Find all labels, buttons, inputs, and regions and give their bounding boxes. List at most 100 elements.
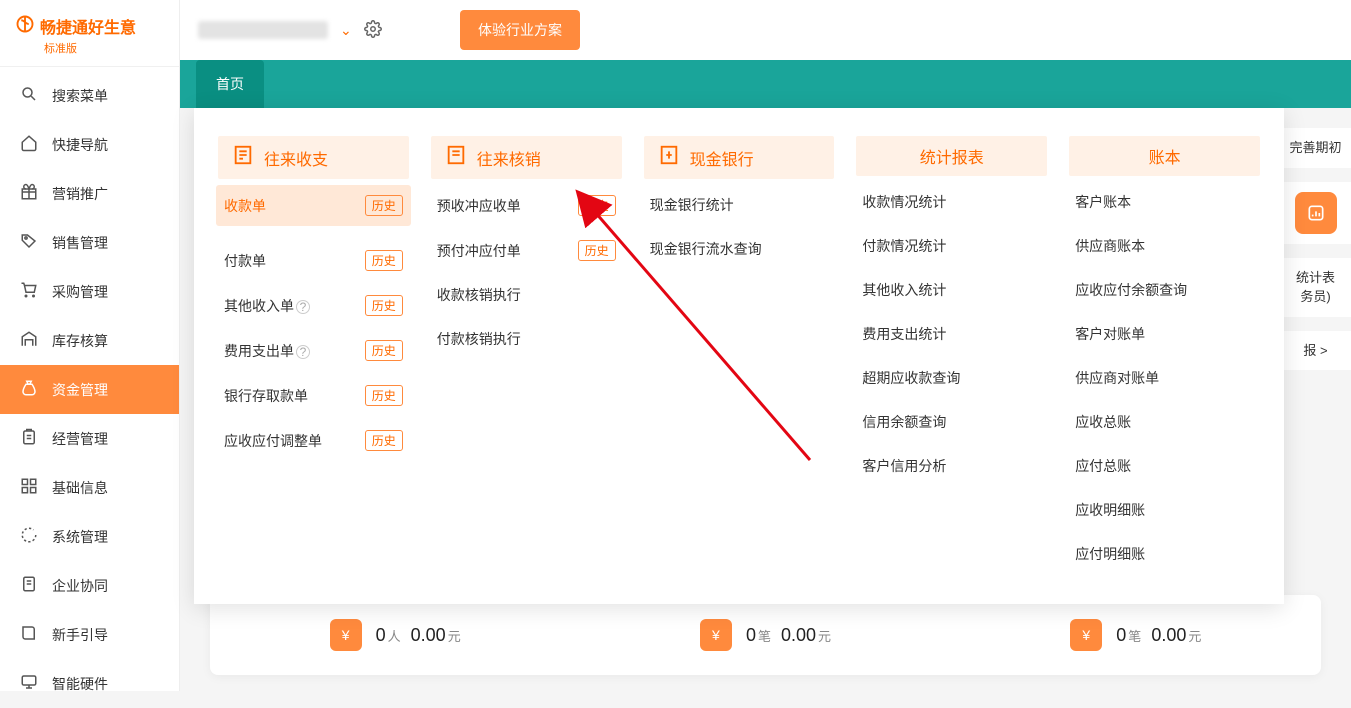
nav-label: 营销推广 [52,184,108,204]
nav-item-system[interactable]: 系统管理 [0,512,179,561]
mega-item[interactable]: 应付明细账 [1075,544,1254,564]
mega-header-label: 统计报表 [920,144,984,168]
mega-item[interactable]: 超期应收款查询 [862,368,1041,388]
history-badge[interactable]: 历史 [365,195,403,216]
aux-report-link[interactable]: 报 > [1279,331,1351,371]
history-badge[interactable]: 历史 [578,240,616,261]
receipt-icon [445,144,467,171]
nav-item-search[interactable]: 搜索菜单 [0,71,179,120]
mega-item-cashbank-flow[interactable]: 现金银行流水查询 [650,239,829,259]
mega-item-ar-ap-adjust[interactable]: 应收应付调整单历史 [224,430,403,451]
mega-col-transactions: 往来收支 收款单历史 付款单历史 其他收入单?历史 费用支出单?历史 银行存取款… [218,136,409,564]
history-badge[interactable]: 历史 [365,430,403,451]
receipt-icon [658,144,680,171]
mega-item[interactable]: 应收应付余额查询 [1075,280,1254,300]
mega-item[interactable]: 客户账本 [1075,192,1254,212]
nav-item-collab[interactable]: 企业协同 [0,561,179,610]
history-badge[interactable]: 历史 [365,340,403,361]
refresh-icon [20,526,38,547]
home-icon [20,134,38,155]
mega-menu: 往来收支 收款单历史 付款单历史 其他收入单?历史 费用支出单?历史 银行存取款… [194,108,1284,604]
mega-item[interactable]: 应收总账 [1075,412,1254,432]
count-icon: ¥ [700,619,732,651]
gear-icon[interactable] [364,20,382,41]
mega-col-ledgers: 账本 客户账本 供应商账本 应收应付余额查询 客户对账单 供应商对账单 应收总账… [1069,136,1260,564]
brand-sub: 标准版 [44,40,163,56]
mega-item[interactable]: 付款情况统计 [862,236,1041,256]
aux-perfect-initial[interactable]: 完善期初 [1279,128,1351,168]
warehouse-icon [20,330,38,351]
nav-label: 搜索菜单 [52,86,108,106]
count-icon: ¥ [1070,619,1102,651]
nav-item-operations[interactable]: 经营管理 [0,414,179,463]
aux-orange-action[interactable] [1279,182,1351,244]
mega-header-label: 现金银行 [690,146,754,170]
nav-item-sales[interactable]: 销售管理 [0,218,179,267]
nav-label: 经营管理 [52,429,108,449]
topbar: ⌄ 体验行业方案 [180,0,1351,60]
nav-item-inventory[interactable]: 库存核算 [0,316,179,365]
nav-label: 基础信息 [52,478,108,498]
brand-name: 畅捷通好生意 [40,14,136,38]
mega-item-prepay-offset[interactable]: 预付冲应付单历史 [437,240,616,261]
stat-people: ¥ 0人 0.00元 [330,619,461,651]
company-name-redacted [198,21,328,39]
nav-label: 库存核算 [52,331,108,351]
mega-item[interactable]: 客户对账单 [1075,324,1254,344]
mega-item[interactable]: 供应商账本 [1075,236,1254,256]
stat-count2: ¥ 0笔 0.00元 [1070,619,1201,651]
nav-item-marketing[interactable]: 营销推广 [0,169,179,218]
nav-label: 企业协同 [52,576,108,596]
people-icon: ¥ [330,619,362,651]
mega-item-pay-writeoff[interactable]: 付款核销执行 [437,329,616,349]
mega-item-recv-writeoff[interactable]: 收款核销执行 [437,285,616,305]
aux-stats-label[interactable]: 统计表务员) [1279,258,1351,317]
mega-item[interactable]: 应收明细账 [1075,500,1254,520]
mega-item[interactable]: 应付总账 [1075,456,1254,476]
nav-item-basicinfo[interactable]: 基础信息 [0,463,179,512]
mega-col-reports: 统计报表 收款情况统计 付款情况统计 其他收入统计 费用支出统计 超期应收款查询… [856,136,1047,564]
main-area: ⌄ 体验行业方案 首页 往来收支 收款单历史 付款单历史 其他收入单?历史 [180,0,1351,691]
nav-item-quicknav[interactable]: 快捷导航 [0,120,179,169]
bottom-stats: ¥ 0人 0.00元 ¥ 0笔 0.00元 ¥ 0笔 0.00元 [210,595,1321,675]
mega-header: 往来收支 [218,136,409,179]
mega-item[interactable]: 其他收入统计 [862,280,1041,300]
cta-button[interactable]: 体验行业方案 [460,10,580,50]
nav-label: 新手引导 [52,625,108,645]
nav-item-purchase[interactable]: 采购管理 [0,267,179,316]
mega-item[interactable]: 供应商对账单 [1075,368,1254,388]
help-icon[interactable]: ? [296,345,310,359]
mega-header: 现金银行 [644,136,835,179]
mega-item-bank-transfer[interactable]: 银行存取款单历史 [224,385,403,406]
history-badge[interactable]: 历史 [365,250,403,271]
history-badge[interactable]: 历史 [578,195,616,216]
mega-item[interactable]: 费用支出统计 [862,324,1041,344]
history-badge[interactable]: 历史 [365,385,403,406]
nav-label: 销售管理 [52,233,108,253]
mega-item-expense[interactable]: 费用支出单?历史 [224,340,403,361]
mega-col-writeoff: 往来核销 预收冲应收单历史 预付冲应付单历史 收款核销执行 付款核销执行 [431,136,622,564]
mega-item[interactable]: 客户信用分析 [862,456,1041,476]
mega-item-receipt[interactable]: 收款单历史 [216,185,411,226]
mega-item[interactable]: 收款情况统计 [862,192,1041,212]
mega-item-prerecv-offset[interactable]: 预收冲应收单历史 [437,195,616,216]
chart-icon [1295,192,1337,234]
history-badge[interactable]: 历史 [365,295,403,316]
nav-label: 快捷导航 [52,135,108,155]
tab-home[interactable]: 首页 [196,60,264,108]
mega-header: 账本 [1069,136,1260,176]
nav-item-funds[interactable]: 资金管理 [0,365,179,414]
nav-item-guide[interactable]: 新手引导 [0,610,179,659]
nav-item-hardware[interactable]: 智能硬件 [0,659,179,708]
mega-header-label: 账本 [1149,144,1181,168]
mega-item-other-income[interactable]: 其他收入单?历史 [224,295,403,316]
mega-item-payment[interactable]: 付款单历史 [224,250,403,271]
mega-header: 统计报表 [856,136,1047,176]
chevron-down-icon[interactable]: ⌄ [340,22,352,39]
sidebar: 畅捷通好生意 标准版 搜索菜单 快捷导航 营销推广 销售管理 采购管理 库存核算… [0,0,180,691]
logo-area: 畅捷通好生意 标准版 [0,0,179,67]
mega-item[interactable]: 信用余额查询 [862,412,1041,432]
company-dropdown[interactable]: ⌄ [198,20,448,41]
help-icon[interactable]: ? [296,300,310,314]
mega-item-cashbank-stats[interactable]: 现金银行统计 [650,195,829,215]
